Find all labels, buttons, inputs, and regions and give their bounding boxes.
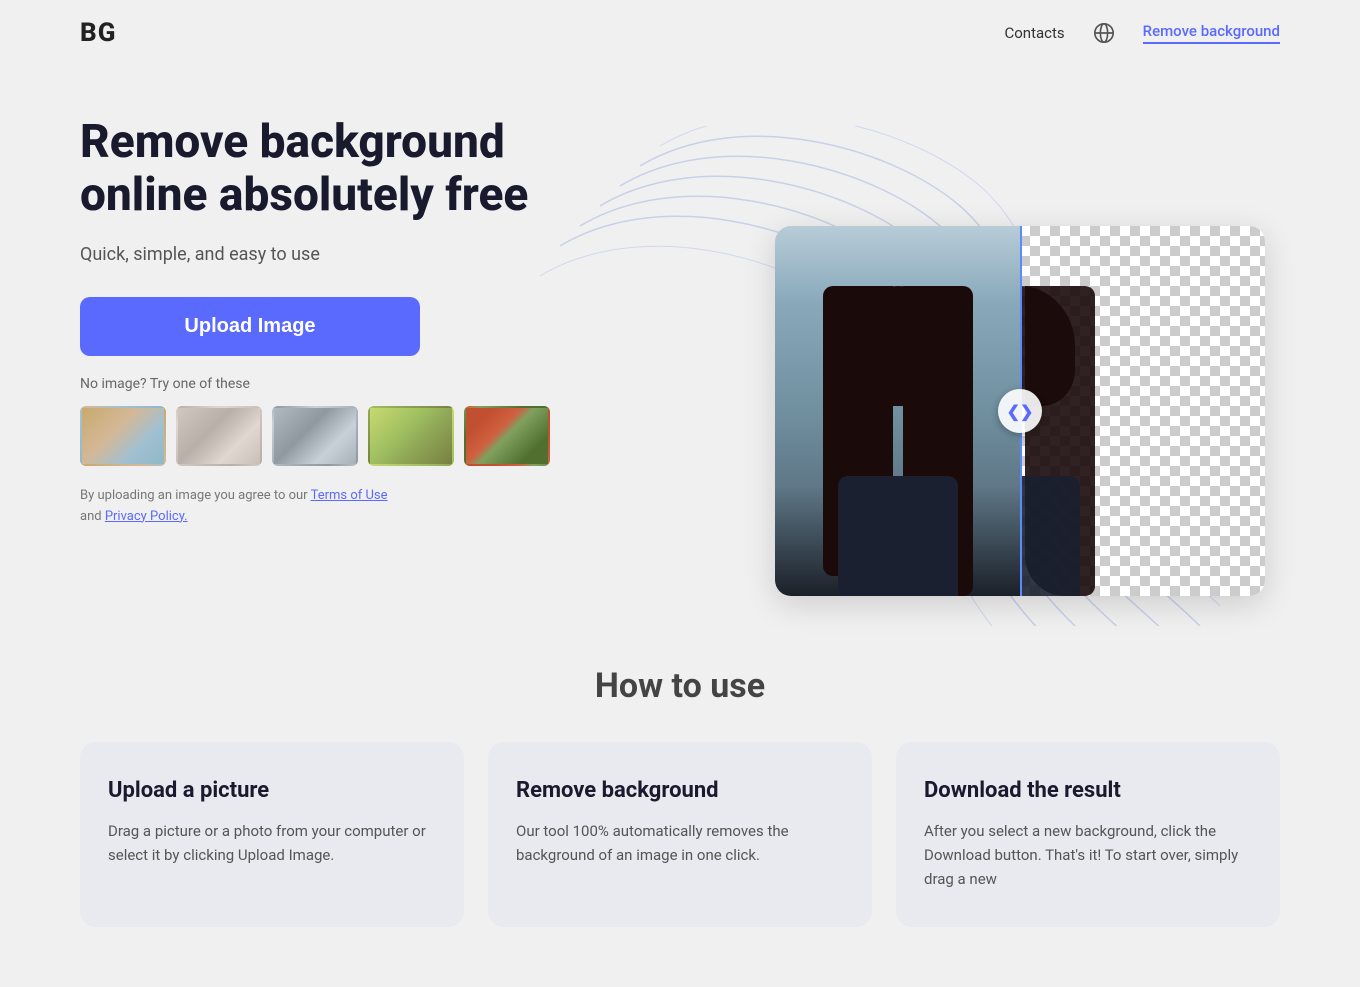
nav-links: Contacts Remove background xyxy=(1004,22,1280,44)
globe-icon[interactable] xyxy=(1093,22,1115,44)
sample-image-cats[interactable] xyxy=(272,406,358,466)
body-jacket xyxy=(838,476,958,596)
hero-title: Remove background online absolutely free xyxy=(80,116,560,222)
hero-subtitle: Quick, simple, and easy to use xyxy=(80,244,560,265)
terms-prefix: By uploading an image you agree to our xyxy=(80,488,311,503)
how-card-1-text: Drag a picture or a photo from your comp… xyxy=(108,819,436,867)
upload-image-button[interactable]: Upload Image xyxy=(80,297,420,356)
nav-contacts-link[interactable]: Contacts xyxy=(1004,24,1064,42)
sample-image-bird[interactable] xyxy=(368,406,454,466)
hero-section: Remove background online absolutely free… xyxy=(0,66,1360,626)
how-card-3-title: Download the result xyxy=(924,778,1252,803)
t-body-jacket xyxy=(1020,476,1080,596)
comparison-transparent xyxy=(1020,226,1265,596)
how-to-use-section: How to use Upload a picture Drag a pictu… xyxy=(0,626,1360,987)
nav-remove-bg-link[interactable]: Remove background xyxy=(1143,22,1280,44)
how-card-3: Download the result After you select a n… xyxy=(896,742,1280,927)
comparison-original xyxy=(775,226,1020,596)
how-card-2: Remove background Our tool 100% automati… xyxy=(488,742,872,927)
how-card-1-title: Upload a picture xyxy=(108,778,436,803)
comparison-handle[interactable]: ❮❯ xyxy=(998,389,1042,433)
how-to-use-cards: Upload a picture Drag a picture or a pho… xyxy=(80,742,1280,927)
nav-logo[interactable]: BG xyxy=(80,18,116,48)
comparison-handle-icon: ❮❯ xyxy=(1007,402,1034,421)
woman-figure-original xyxy=(818,286,978,596)
terms-middle: and xyxy=(80,509,102,524)
how-card-1: Upload a picture Drag a picture or a pho… xyxy=(80,742,464,927)
sample-image-house[interactable] xyxy=(464,406,550,466)
comparison-container[interactable]: ❮❯ xyxy=(775,226,1265,596)
terms-text: By uploading an image you agree to our T… xyxy=(80,486,560,528)
navbar: BG Contacts Remove background xyxy=(0,0,1360,66)
terms-of-use-link[interactable]: Terms of Use xyxy=(311,488,388,503)
how-card-3-text: After you select a new background, click… xyxy=(924,819,1252,891)
sample-images-row xyxy=(80,406,560,466)
hero-right: ❮❯ xyxy=(760,96,1280,676)
how-card-2-title: Remove background xyxy=(516,778,844,803)
privacy-policy-link[interactable]: Privacy Policy. xyxy=(105,509,188,524)
hero-left: Remove background online absolutely free… xyxy=(80,96,560,527)
no-image-label: No image? Try one of these xyxy=(80,376,560,392)
how-card-2-text: Our tool 100% automatically removes the … xyxy=(516,819,844,867)
woman-figure-transparent xyxy=(1020,286,1100,596)
sample-image-dog[interactable] xyxy=(80,406,166,466)
sample-image-cat-dog[interactable] xyxy=(176,406,262,466)
